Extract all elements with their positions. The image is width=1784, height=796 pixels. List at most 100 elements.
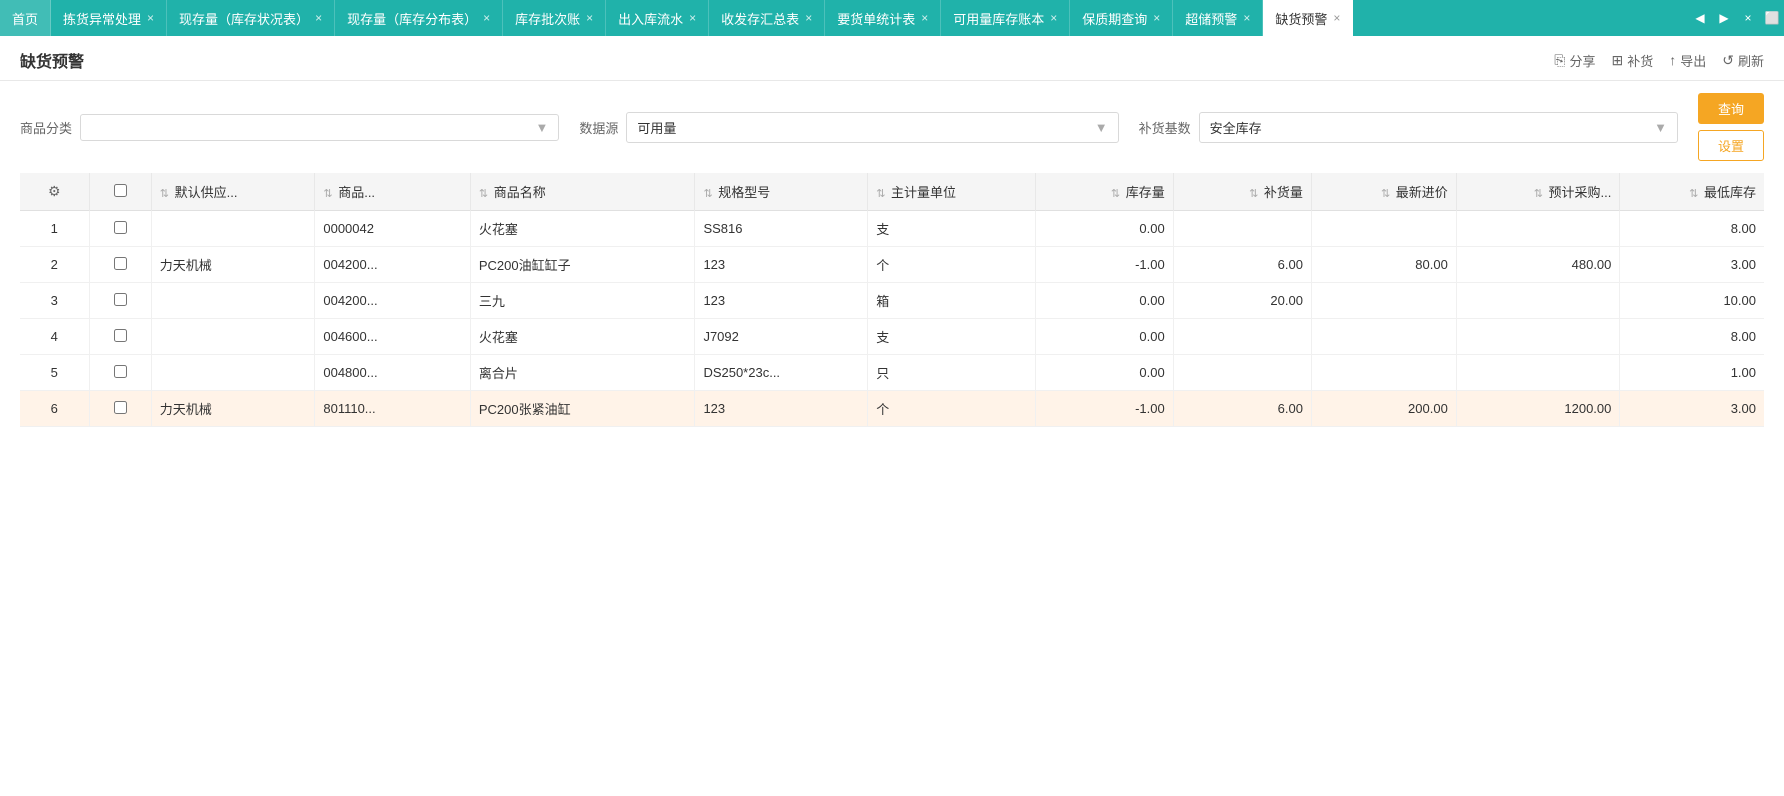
row-check-cell[interactable] (89, 247, 151, 283)
tab-available-ledger[interactable]: 可用量库存账本 × (941, 0, 1070, 36)
row-spec: 123 (695, 391, 868, 427)
replenish-icon: ⊞ (1611, 52, 1623, 69)
tab-overstock[interactable]: 超储预警 × (1173, 0, 1263, 36)
sort-icon-spec[interactable]: ⇅ (703, 188, 712, 200)
table-row: 1 0000042 火花塞 SS816 支 0.00 8.00 (20, 211, 1764, 247)
tab-exception[interactable]: 拣货异常处理 × (51, 0, 167, 36)
close-tab-stock-dist[interactable]: × (483, 11, 490, 25)
tab-home[interactable]: 首页 (0, 0, 51, 36)
row-check-cell[interactable] (89, 283, 151, 319)
row-code: 004600... (315, 319, 470, 355)
tab-stock-dist[interactable]: 现存量（库存分布表） × (335, 0, 503, 36)
row-checkbox-2[interactable] (114, 293, 127, 306)
close-tab-exception[interactable]: × (147, 11, 154, 25)
refresh-button[interactable]: ↺ 刷新 (1722, 51, 1764, 70)
sort-icon-min-stock[interactable]: ⇅ (1689, 188, 1698, 200)
datasource-select[interactable]: 可用量 ▼ (626, 112, 1118, 143)
category-select[interactable]: ▼ (80, 114, 559, 141)
row-checkbox-1[interactable] (114, 257, 127, 270)
row-name: 火花塞 (470, 319, 695, 355)
tab-stock-status[interactable]: 现存量（库存状况表） × (167, 0, 335, 36)
sort-icon-latest-price[interactable]: ⇅ (1381, 188, 1390, 200)
row-checkbox-5[interactable] (114, 401, 127, 414)
settings-button[interactable]: 设置 (1698, 130, 1764, 161)
filter-bar: 商品分类 ▼ 数据源 可用量 ▼ 补货基数 安全库存 ▼ 查询 设置 (0, 81, 1784, 173)
row-unit: 个 (868, 391, 1035, 427)
sort-icon-supplier[interactable]: ⇅ (160, 188, 169, 200)
sort-icon-code[interactable]: ⇅ (323, 188, 332, 200)
export-icon: ↑ (1669, 52, 1676, 68)
tab-nav-prev[interactable]: ◀ (1688, 11, 1712, 25)
row-unit: 箱 (868, 283, 1035, 319)
tab-nav-next[interactable]: ▶ (1712, 11, 1736, 25)
row-stock: 0.00 (1035, 283, 1173, 319)
close-tab-inout-flow[interactable]: × (689, 11, 696, 25)
col-header-settings[interactable]: ⚙ (20, 173, 89, 211)
replenish-base-value: 安全库存 (1210, 118, 1262, 137)
tab-bar: 首页 拣货异常处理 × 现存量（库存状况表） × 现存量（库存分布表） × 库存… (0, 0, 1784, 36)
header-actions: ⎘ 分享 ⊞ 补货 ↑ 导出 ↺ 刷新 (1554, 51, 1764, 70)
query-button[interactable]: 查询 (1698, 93, 1764, 124)
row-check-cell[interactable] (89, 319, 151, 355)
tab-requisition-stats[interactable]: 要货单统计表 × (825, 0, 941, 36)
tab-expiry-query[interactable]: 保质期查询 × (1070, 0, 1173, 36)
row-stock: 0.00 (1035, 355, 1173, 391)
close-tab-shortage[interactable]: × (1333, 11, 1340, 25)
col-header-name: ⇅ 商品名称 (470, 173, 695, 211)
sort-icon-stock[interactable]: ⇅ (1111, 188, 1120, 200)
col-header-stock: ⇅ 库存量 (1035, 173, 1173, 211)
tab-inout-flow[interactable]: 出入库流水 × (606, 0, 709, 36)
row-checkbox-4[interactable] (114, 365, 127, 378)
row-estimate-purchase (1456, 355, 1620, 391)
select-all-checkbox[interactable] (114, 184, 127, 197)
close-tab-available-ledger[interactable]: × (1050, 11, 1057, 25)
row-name: PC200油缸缸子 (470, 247, 695, 283)
table-row: 5 004800... 离合片 DS250*23c... 只 0.00 1.00 (20, 355, 1764, 391)
row-stock: -1.00 (1035, 391, 1173, 427)
row-checkbox-3[interactable] (114, 329, 127, 342)
row-replenish: 20.00 (1173, 283, 1311, 319)
row-latest-price (1311, 319, 1456, 355)
tab-close-window[interactable]: × (1736, 11, 1760, 25)
col-header-check[interactable] (89, 173, 151, 211)
row-settings-cell: 5 (20, 355, 89, 391)
row-code: 004200... (315, 283, 470, 319)
filter-actions: 查询 设置 (1698, 93, 1764, 161)
tab-batch-account[interactable]: 库存批次账 × (503, 0, 606, 36)
close-tab-overstock[interactable]: × (1243, 11, 1250, 25)
close-tab-requisition-stats[interactable]: × (921, 11, 928, 25)
col-header-replenish: ⇅ 补货量 (1173, 173, 1311, 211)
close-tab-batch-account[interactable]: × (586, 11, 593, 25)
row-code: 004200... (315, 247, 470, 283)
row-check-cell[interactable] (89, 391, 151, 427)
close-tab-receive-summary[interactable]: × (805, 11, 812, 25)
row-min-stock: 8.00 (1620, 319, 1764, 355)
table-header-row: ⚙ ⇅ 默认供应... ⇅ 商品... ⇅ 商品名称 (20, 173, 1764, 211)
sort-icon-replenish[interactable]: ⇅ (1249, 188, 1258, 200)
replenish-button[interactable]: ⊞ 补货 (1611, 51, 1653, 70)
row-replenish: 6.00 (1173, 247, 1311, 283)
row-check-cell[interactable] (89, 355, 151, 391)
col-header-code: ⇅ 商品... (315, 173, 470, 211)
tab-maximize[interactable]: ⬜ (1760, 11, 1784, 25)
row-min-stock: 8.00 (1620, 211, 1764, 247)
sort-icon-name[interactable]: ⇅ (479, 188, 488, 200)
col-header-latest-price: ⇅ 最新进价 (1311, 173, 1456, 211)
row-estimate-purchase (1456, 319, 1620, 355)
row-check-cell[interactable] (89, 211, 151, 247)
replenish-base-arrow-icon: ▼ (1654, 120, 1667, 135)
row-latest-price: 80.00 (1311, 247, 1456, 283)
row-settings-cell: 4 (20, 319, 89, 355)
replenish-base-select[interactable]: 安全库存 ▼ (1199, 112, 1678, 143)
sort-icon-unit[interactable]: ⇅ (876, 188, 885, 200)
tab-receive-summary[interactable]: 收发存汇总表 × (709, 0, 825, 36)
sort-icon-estimate-purchase[interactable]: ⇅ (1534, 188, 1543, 200)
close-tab-expiry-query[interactable]: × (1153, 11, 1160, 25)
table-settings-icon[interactable]: ⚙ (48, 183, 61, 199)
tab-shortage[interactable]: 缺货预警 × (1263, 0, 1353, 36)
export-button[interactable]: ↑ 导出 (1669, 51, 1706, 70)
close-tab-stock-status[interactable]: × (315, 11, 322, 25)
row-checkbox-0[interactable] (114, 221, 127, 234)
share-button[interactable]: ⎘ 分享 (1554, 51, 1595, 70)
row-code: 801110... (315, 391, 470, 427)
